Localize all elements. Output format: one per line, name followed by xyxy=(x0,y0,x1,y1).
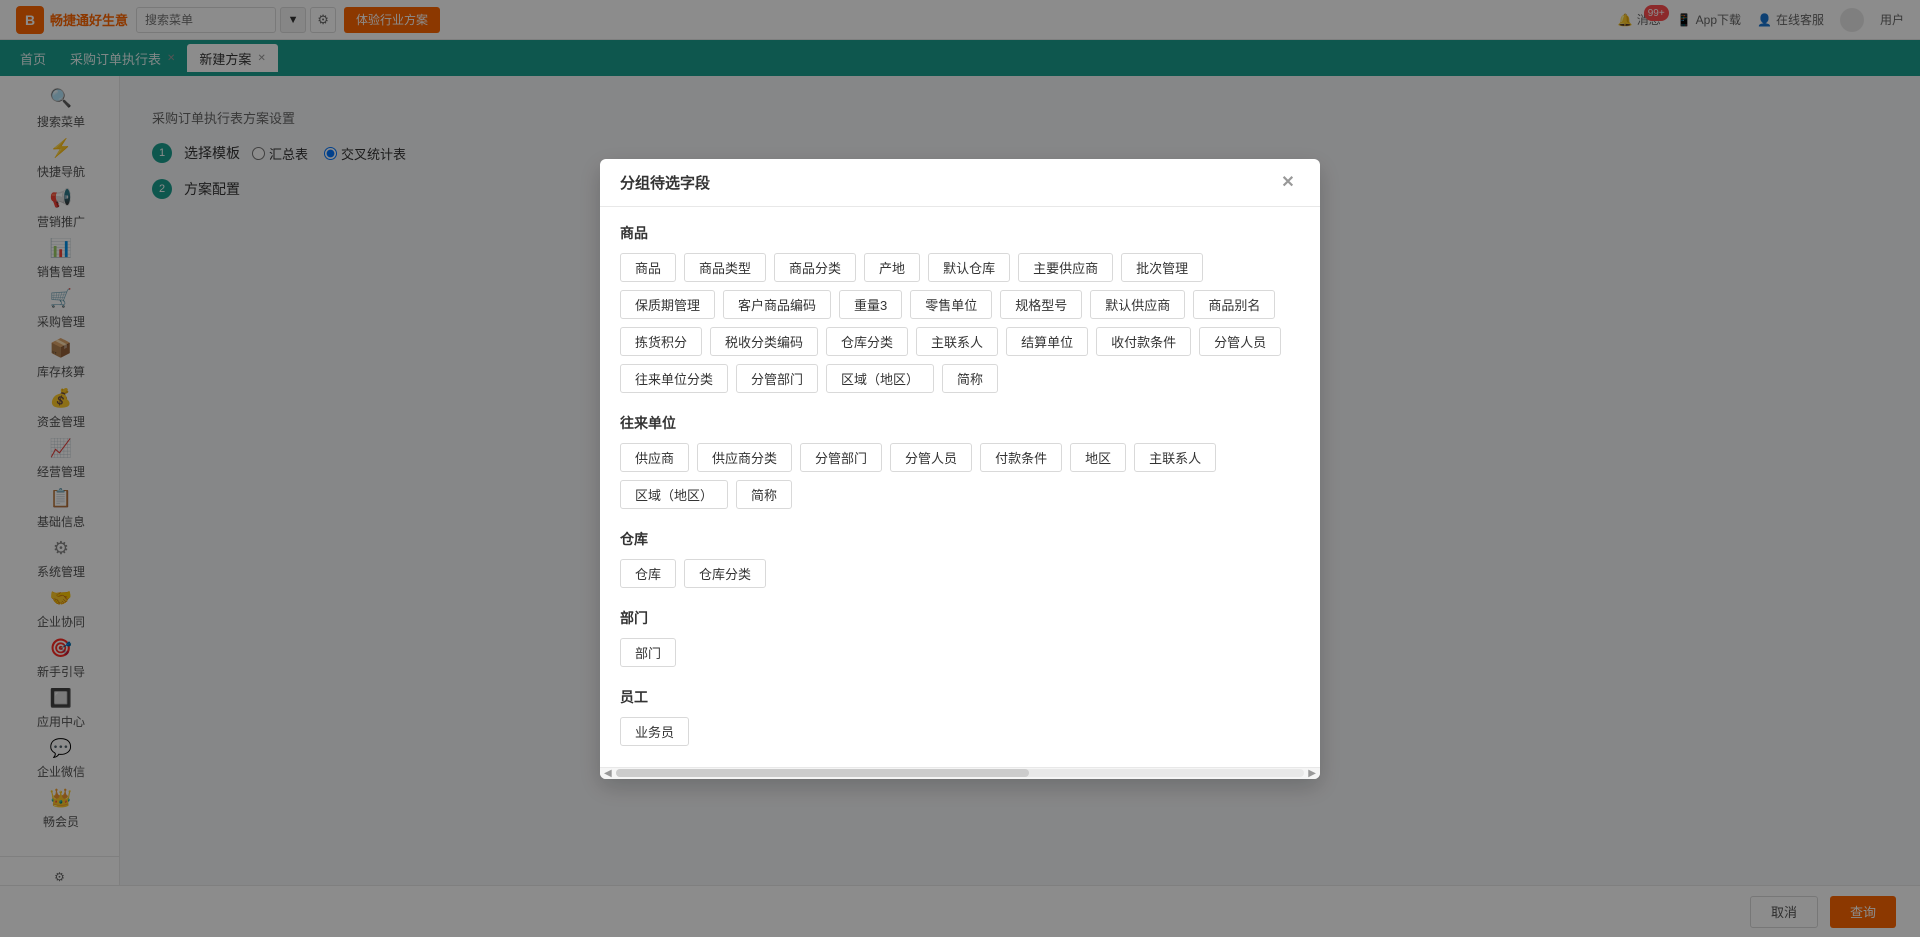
field-tag[interactable]: 仓库 xyxy=(620,559,676,588)
section-employee: 员工 业务员 xyxy=(620,687,1300,746)
field-tag[interactable]: 商品 xyxy=(620,253,676,282)
section-goods-title: 商品 xyxy=(620,223,1300,243)
partner-tags: 供应商 供应商分类 分管部门 分管人员 付款条件 地区 主联系人 区域（地区） … xyxy=(620,443,1300,509)
field-tag[interactable]: 拣货积分 xyxy=(620,327,702,356)
field-tag[interactable]: 批次管理 xyxy=(1121,253,1203,282)
modal-body[interactable]: 商品 商品 商品类型 商品分类 产地 默认仓库 主要供应商 批次管理 保质期管理… xyxy=(600,207,1320,767)
field-tag[interactable]: 保质期管理 xyxy=(620,290,715,319)
field-tag[interactable]: 业务员 xyxy=(620,717,689,746)
field-tag[interactable]: 主联系人 xyxy=(1134,443,1216,472)
field-tag[interactable]: 默认仓库 xyxy=(928,253,1010,282)
field-tag[interactable]: 商品别名 xyxy=(1193,290,1275,319)
field-tag[interactable]: 规格型号 xyxy=(1000,290,1082,319)
modal-header: 分组待选字段 ✕ xyxy=(600,159,1320,207)
field-tag[interactable]: 部门 xyxy=(620,638,676,667)
scroll-left-arrow[interactable]: ◀ xyxy=(604,768,612,779)
modal-close-button[interactable]: ✕ xyxy=(1276,170,1300,194)
field-tag[interactable]: 默认供应商 xyxy=(1090,290,1185,319)
section-department: 部门 部门 xyxy=(620,608,1300,667)
warehouse-tags: 仓库 仓库分类 xyxy=(620,559,1300,588)
field-tag[interactable]: 简称 xyxy=(736,480,792,509)
field-tag[interactable]: 区域（地区） xyxy=(826,364,934,393)
field-tag[interactable]: 地区 xyxy=(1070,443,1126,472)
modal-overlay: 分组待选字段 ✕ 商品 商品 商品类型 商品分类 产地 默认仓库 主要供应商 批… xyxy=(0,0,1920,937)
field-tag[interactable]: 重量3 xyxy=(839,290,902,319)
field-tag[interactable]: 往来单位分类 xyxy=(620,364,728,393)
field-tag[interactable]: 区域（地区） xyxy=(620,480,728,509)
employee-tags: 业务员 xyxy=(620,717,1300,746)
field-tag[interactable]: 分管人员 xyxy=(890,443,972,472)
section-goods: 商品 商品 商品类型 商品分类 产地 默认仓库 主要供应商 批次管理 保质期管理… xyxy=(620,223,1300,393)
field-tag[interactable]: 简称 xyxy=(942,364,998,393)
field-tag[interactable]: 产地 xyxy=(864,253,920,282)
scroll-right-arrow[interactable]: ▶ xyxy=(1308,768,1316,779)
field-tag[interactable]: 主联系人 xyxy=(916,327,998,356)
section-partner-title: 往来单位 xyxy=(620,413,1300,433)
field-tag[interactable]: 仓库分类 xyxy=(684,559,766,588)
field-tag[interactable]: 税收分类编码 xyxy=(710,327,818,356)
field-tag[interactable]: 商品类型 xyxy=(684,253,766,282)
dept-tags: 部门 xyxy=(620,638,1300,667)
section-warehouse-title: 仓库 xyxy=(620,529,1300,549)
goods-tags: 商品 商品类型 商品分类 产地 默认仓库 主要供应商 批次管理 保质期管理 客户… xyxy=(620,253,1300,393)
field-tag[interactable]: 收付款条件 xyxy=(1096,327,1191,356)
modal-title: 分组待选字段 xyxy=(620,172,710,193)
section-department-title: 部门 xyxy=(620,608,1300,628)
field-tag[interactable]: 零售单位 xyxy=(910,290,992,319)
scroll-track[interactable] xyxy=(616,769,1305,777)
section-warehouse: 仓库 仓库 仓库分类 xyxy=(620,529,1300,588)
field-tag[interactable]: 客户商品编码 xyxy=(723,290,831,319)
field-tag[interactable]: 分管部门 xyxy=(736,364,818,393)
field-tag[interactable]: 仓库分类 xyxy=(826,327,908,356)
field-tag[interactable]: 分管人员 xyxy=(1199,327,1281,356)
modal-horizontal-scrollbar[interactable]: ◀ ▶ xyxy=(600,767,1320,779)
section-partner: 往来单位 供应商 供应商分类 分管部门 分管人员 付款条件 地区 主联系人 区域… xyxy=(620,413,1300,509)
section-employee-title: 员工 xyxy=(620,687,1300,707)
scroll-thumb[interactable] xyxy=(616,769,1029,777)
field-tag[interactable]: 商品分类 xyxy=(774,253,856,282)
field-tag[interactable]: 分管部门 xyxy=(800,443,882,472)
field-tag[interactable]: 供应商 xyxy=(620,443,689,472)
field-tag[interactable]: 结算单位 xyxy=(1006,327,1088,356)
field-select-modal: 分组待选字段 ✕ 商品 商品 商品类型 商品分类 产地 默认仓库 主要供应商 批… xyxy=(600,159,1320,779)
field-tag[interactable]: 付款条件 xyxy=(980,443,1062,472)
field-tag[interactable]: 供应商分类 xyxy=(697,443,792,472)
field-tag[interactable]: 主要供应商 xyxy=(1018,253,1113,282)
